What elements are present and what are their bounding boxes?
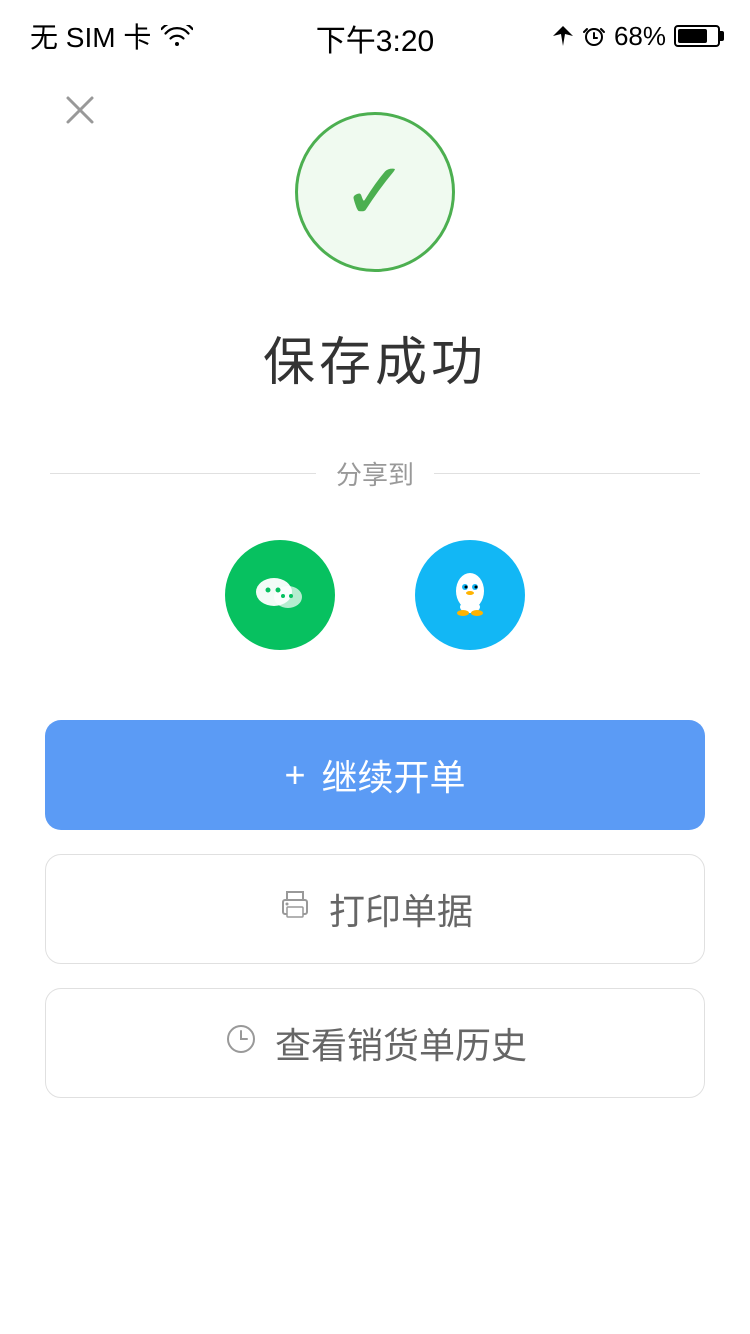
location-icon [552, 25, 574, 47]
share-icons-row [225, 540, 525, 650]
divider-line-right [434, 473, 700, 474]
history-button[interactable]: 查看销货单历史 [45, 988, 705, 1098]
status-time: 下午3:20 [316, 16, 434, 60]
status-right: 68% [552, 21, 720, 52]
close-button[interactable] [50, 80, 110, 140]
clock-icon [223, 1021, 259, 1066]
wechat-icon [248, 563, 312, 627]
main-content: ✓ 保存成功 分享到 [0, 72, 750, 1098]
print-label: 打印单据 [329, 883, 473, 935]
qq-icon [438, 563, 502, 627]
history-label: 查看销货单历史 [275, 1017, 527, 1069]
plus-icon: + [284, 754, 305, 796]
status-left: 无 SIM 卡 [30, 16, 193, 56]
battery-percent: 68% [614, 21, 666, 52]
continue-label: 继续开单 [322, 749, 466, 801]
wifi-icon [161, 25, 193, 47]
print-button[interactable]: 打印单据 [45, 854, 705, 964]
close-icon [60, 90, 100, 130]
status-bar: 无 SIM 卡 下午3:20 68% [0, 0, 750, 72]
success-circle: ✓ [295, 112, 455, 272]
sim-status: 无 SIM 卡 [30, 16, 151, 56]
divider-line-left [50, 473, 316, 474]
battery-indicator [674, 25, 720, 47]
checkmark-icon: ✓ [341, 152, 408, 232]
print-icon [277, 887, 313, 932]
share-label: 分享到 [336, 455, 414, 492]
share-divider: 分享到 [50, 455, 700, 492]
action-buttons: + 继续开单 打印单据 查看销货单历史 [45, 720, 705, 1098]
wechat-share-button[interactable] [225, 540, 335, 650]
continue-button[interactable]: + 继续开单 [45, 720, 705, 830]
alarm-icon [582, 24, 606, 48]
success-title: 保存成功 [263, 320, 487, 395]
qq-share-button[interactable] [415, 540, 525, 650]
